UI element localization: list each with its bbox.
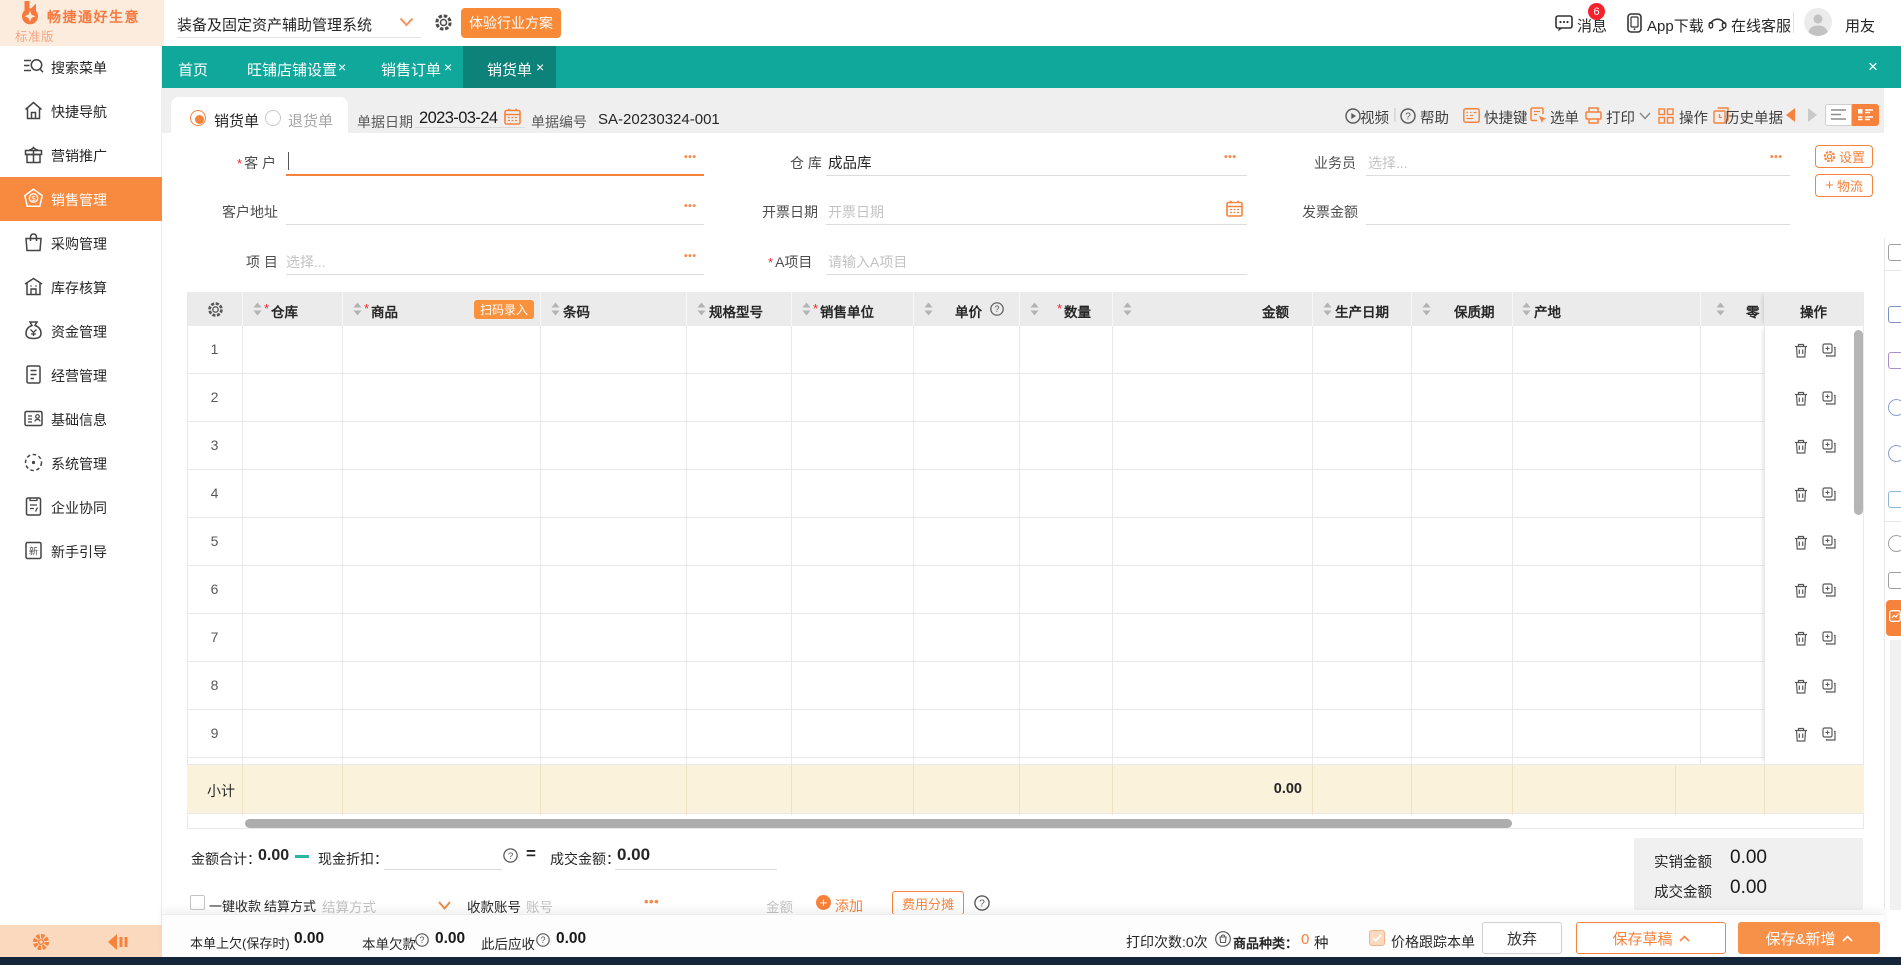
svg-text:?: ? — [419, 935, 424, 945]
svg-text:?: ? — [979, 899, 985, 910]
svg-text:?: ? — [1405, 112, 1411, 123]
svg-text:新: 新 — [29, 546, 38, 557]
svg-text:?: ? — [540, 935, 545, 945]
svg-text:?: ? — [508, 851, 513, 862]
svg-text:?: ? — [994, 304, 999, 314]
